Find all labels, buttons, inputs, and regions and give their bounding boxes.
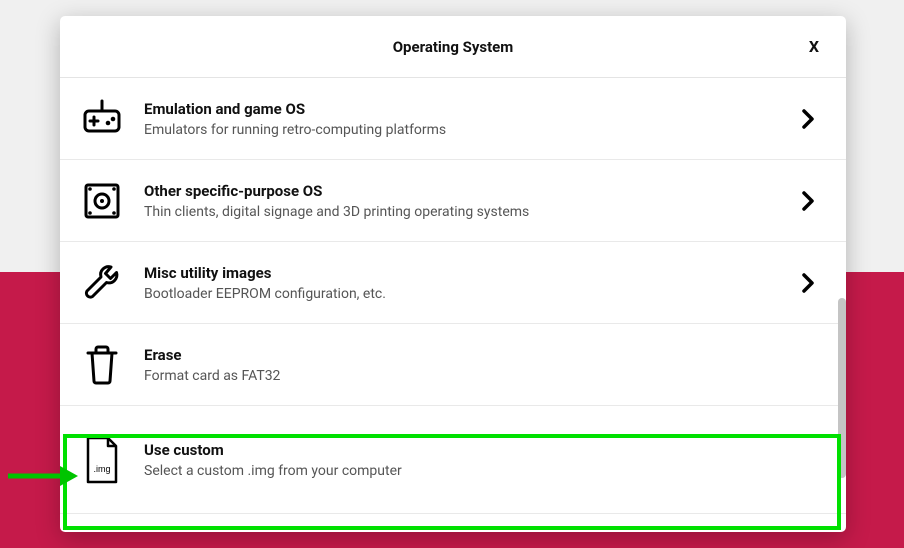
img-file-icon: .img [78, 436, 126, 484]
kiosk-icon [78, 177, 126, 225]
item-desc: Bootloader EEPROM configuration, etc. [144, 286, 798, 302]
dialog-header: Operating System X [60, 16, 846, 78]
os-selector-dialog: Operating System X Emulation and game OS… [60, 16, 846, 532]
scrollbar[interactable] [838, 78, 846, 532]
chevron-right-icon [798, 273, 818, 293]
item-text: Other specific-purpose OS Thin clients, … [144, 182, 798, 220]
close-icon: X [809, 37, 819, 56]
svg-text:.img: .img [93, 464, 110, 474]
item-desc: Thin clients, digital signage and 3D pri… [144, 204, 798, 220]
close-button[interactable]: X [804, 37, 824, 57]
os-list: Emulation and game OS Emulators for runn… [60, 78, 846, 532]
list-item-misc-utility[interactable]: Misc utility images Bootloader EEPROM co… [60, 242, 846, 324]
item-title: Erase [144, 346, 818, 364]
list-item-other-specific[interactable]: Other specific-purpose OS Thin clients, … [60, 160, 846, 242]
wrench-icon [78, 259, 126, 307]
list-item-emulation[interactable]: Emulation and game OS Emulators for runn… [60, 78, 846, 160]
item-title: Misc utility images [144, 264, 798, 282]
chevron-right-icon [798, 191, 818, 211]
item-desc: Emulators for running retro-computing pl… [144, 122, 798, 138]
item-text: Misc utility images Bootloader EEPROM co… [144, 264, 798, 302]
item-desc: Format card as FAT32 [144, 368, 818, 384]
item-title: Other specific-purpose OS [144, 182, 798, 200]
item-title: Use custom [144, 441, 818, 459]
item-text: Emulation and game OS Emulators for runn… [144, 100, 798, 138]
scrollbar-thumb[interactable] [838, 298, 846, 478]
chevron-right-icon [798, 109, 818, 129]
list-item-use-custom[interactable]: .img Use custom Select a custom .img fro… [60, 406, 846, 514]
item-desc: Select a custom .img from your computer [144, 463, 818, 479]
annotation-arrow-icon [6, 464, 78, 488]
trash-icon [78, 341, 126, 389]
item-title: Emulation and game OS [144, 100, 798, 118]
item-text: Erase Format card as FAT32 [144, 346, 818, 384]
gamepad-icon [78, 95, 126, 143]
list-item-erase[interactable]: Erase Format card as FAT32 [60, 324, 846, 406]
dialog-title: Operating System [393, 38, 514, 56]
item-text: Use custom Select a custom .img from you… [144, 441, 818, 479]
